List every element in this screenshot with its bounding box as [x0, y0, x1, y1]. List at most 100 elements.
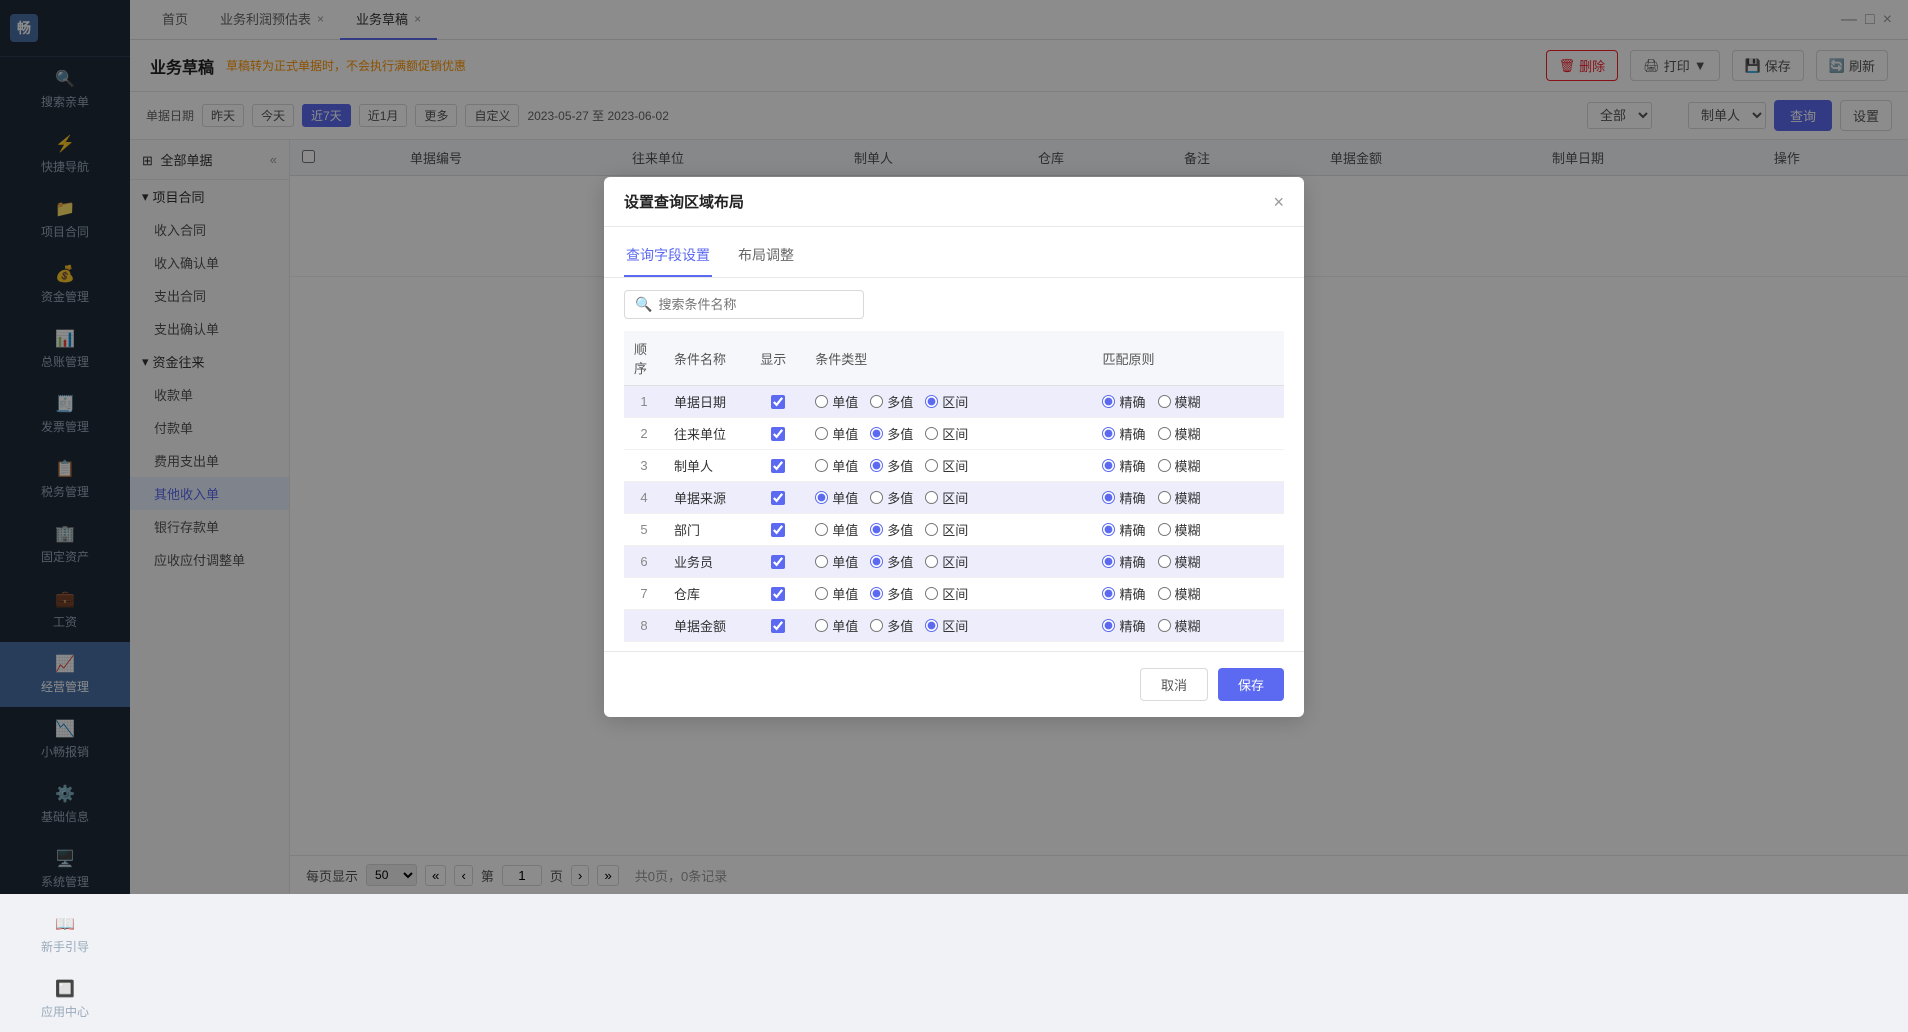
match-radio-input-精确[interactable] [1102, 459, 1115, 472]
radio-input-多值[interactable] [870, 459, 883, 472]
radio-input-单值[interactable] [815, 555, 828, 568]
condition-search-input[interactable] [658, 297, 853, 312]
radio-input-单值[interactable] [815, 395, 828, 408]
radio-input-区间[interactable] [925, 555, 938, 568]
radio-区间[interactable]: 区间 [925, 584, 968, 603]
radio-单值[interactable]: 单值 [815, 520, 858, 539]
modal-overlay[interactable]: 设置查询区域布局 × 查询字段设置 布局调整 🔍 顺序 [0, 0, 1908, 894]
dialog-tab-layout[interactable]: 布局调整 [736, 239, 796, 277]
match-radio-精确[interactable]: 精确 [1102, 616, 1145, 635]
radio-区间[interactable]: 区间 [925, 488, 968, 507]
match-radio-模糊[interactable]: 模糊 [1158, 520, 1201, 539]
match-radio-input-模糊[interactable] [1158, 395, 1171, 408]
row-show-checkbox[interactable] [771, 395, 785, 409]
radio-区间[interactable]: 区间 [925, 552, 968, 571]
match-radio-input-模糊[interactable] [1158, 459, 1171, 472]
match-radio-input-精确[interactable] [1102, 523, 1115, 536]
radio-多值[interactable]: 多值 [870, 456, 913, 475]
radio-多值[interactable]: 多值 [870, 424, 913, 443]
sidebar-item-app[interactable]: 🔲 应用中心 [0, 967, 130, 1032]
radio-单值[interactable]: 单值 [815, 616, 858, 635]
match-radio-input-模糊[interactable] [1158, 491, 1171, 504]
match-radio-input-精确[interactable] [1102, 395, 1115, 408]
row-show-checkbox[interactable] [771, 491, 785, 505]
row-show-checkbox[interactable] [771, 523, 785, 537]
match-radio-精确[interactable]: 精确 [1102, 456, 1145, 475]
radio-input-区间[interactable] [925, 523, 938, 536]
match-radio-input-模糊[interactable] [1158, 555, 1171, 568]
radio-input-多值[interactable] [870, 491, 883, 504]
radio-input-区间[interactable] [925, 587, 938, 600]
sidebar-item-guide[interactable]: 📖 新手引导 [0, 902, 130, 967]
match-radio-input-精确[interactable] [1102, 587, 1115, 600]
save-dialog-button[interactable]: 保存 [1218, 668, 1284, 701]
match-radio-模糊[interactable]: 模糊 [1158, 488, 1201, 507]
radio-input-多值[interactable] [870, 619, 883, 632]
match-radio-模糊[interactable]: 模糊 [1158, 424, 1201, 443]
radio-input-区间[interactable] [925, 427, 938, 440]
radio-单值[interactable]: 单值 [815, 584, 858, 603]
radio-input-区间[interactable] [925, 395, 938, 408]
radio-多值[interactable]: 多值 [870, 488, 913, 507]
match-radio-模糊[interactable]: 模糊 [1158, 584, 1201, 603]
row-show-checkbox[interactable] [771, 427, 785, 441]
match-radio-input-精确[interactable] [1102, 555, 1115, 568]
match-radio-模糊[interactable]: 模糊 [1158, 456, 1201, 475]
radio-单值[interactable]: 单值 [815, 456, 858, 475]
radio-多值[interactable]: 多值 [870, 584, 913, 603]
match-radio-精确[interactable]: 精确 [1102, 520, 1145, 539]
radio-input-区间[interactable] [925, 459, 938, 472]
row-show-checkbox[interactable] [771, 459, 785, 473]
radio-input-多值[interactable] [870, 555, 883, 568]
match-radio-模糊[interactable]: 模糊 [1158, 616, 1201, 635]
match-radio-精确[interactable]: 精确 [1102, 392, 1145, 411]
match-radio-input-精确[interactable] [1102, 619, 1115, 632]
match-radio-精确[interactable]: 精确 [1102, 552, 1145, 571]
radio-input-多值[interactable] [870, 523, 883, 536]
radio-input-多值[interactable] [870, 587, 883, 600]
radio-input-单值[interactable] [815, 523, 828, 536]
radio-区间[interactable]: 区间 [925, 616, 968, 635]
row-show-checkbox[interactable] [771, 555, 785, 569]
match-radio-input-模糊[interactable] [1158, 523, 1171, 536]
row-show-checkbox-cell [750, 610, 805, 642]
match-radio-精确[interactable]: 精确 [1102, 584, 1145, 603]
match-radio-input-精确[interactable] [1102, 427, 1115, 440]
radio-区间[interactable]: 区间 [925, 456, 968, 475]
radio-多值[interactable]: 多值 [870, 520, 913, 539]
radio-多值[interactable]: 多值 [870, 392, 913, 411]
radio-label-多值: 多值 [887, 616, 913, 635]
cancel-button[interactable]: 取消 [1140, 668, 1208, 701]
match-radio-精确[interactable]: 精确 [1102, 488, 1145, 507]
radio-input-单值[interactable] [815, 491, 828, 504]
radio-input-多值[interactable] [870, 427, 883, 440]
dialog-close-button[interactable]: × [1273, 193, 1284, 211]
radio-input-区间[interactable] [925, 619, 938, 632]
match-radio-input-模糊[interactable] [1158, 587, 1171, 600]
radio-多值[interactable]: 多值 [870, 616, 913, 635]
match-radio-精确[interactable]: 精确 [1102, 424, 1145, 443]
radio-input-单值[interactable] [815, 427, 828, 440]
row-show-checkbox[interactable] [771, 587, 785, 601]
match-radio-模糊[interactable]: 模糊 [1158, 552, 1201, 571]
row-show-checkbox[interactable] [771, 619, 785, 633]
radio-单值[interactable]: 单值 [815, 552, 858, 571]
match-radio-input-精确[interactable] [1102, 491, 1115, 504]
radio-input-单值[interactable] [815, 587, 828, 600]
radio-input-多值[interactable] [870, 395, 883, 408]
radio-区间[interactable]: 区间 [925, 520, 968, 539]
match-radio-input-模糊[interactable] [1158, 427, 1171, 440]
radio-单值[interactable]: 单值 [815, 392, 858, 411]
dialog-tab-query-fields[interactable]: 查询字段设置 [624, 239, 712, 277]
radio-input-单值[interactable] [815, 459, 828, 472]
radio-区间[interactable]: 区间 [925, 392, 968, 411]
radio-多值[interactable]: 多值 [870, 552, 913, 571]
radio-区间[interactable]: 区间 [925, 424, 968, 443]
match-radio-label-模糊: 模糊 [1175, 552, 1201, 571]
radio-单值[interactable]: 单值 [815, 424, 858, 443]
radio-单值[interactable]: 单值 [815, 488, 858, 507]
match-radio-模糊[interactable]: 模糊 [1158, 392, 1201, 411]
radio-input-单值[interactable] [815, 619, 828, 632]
radio-input-区间[interactable] [925, 491, 938, 504]
match-radio-input-模糊[interactable] [1158, 619, 1171, 632]
